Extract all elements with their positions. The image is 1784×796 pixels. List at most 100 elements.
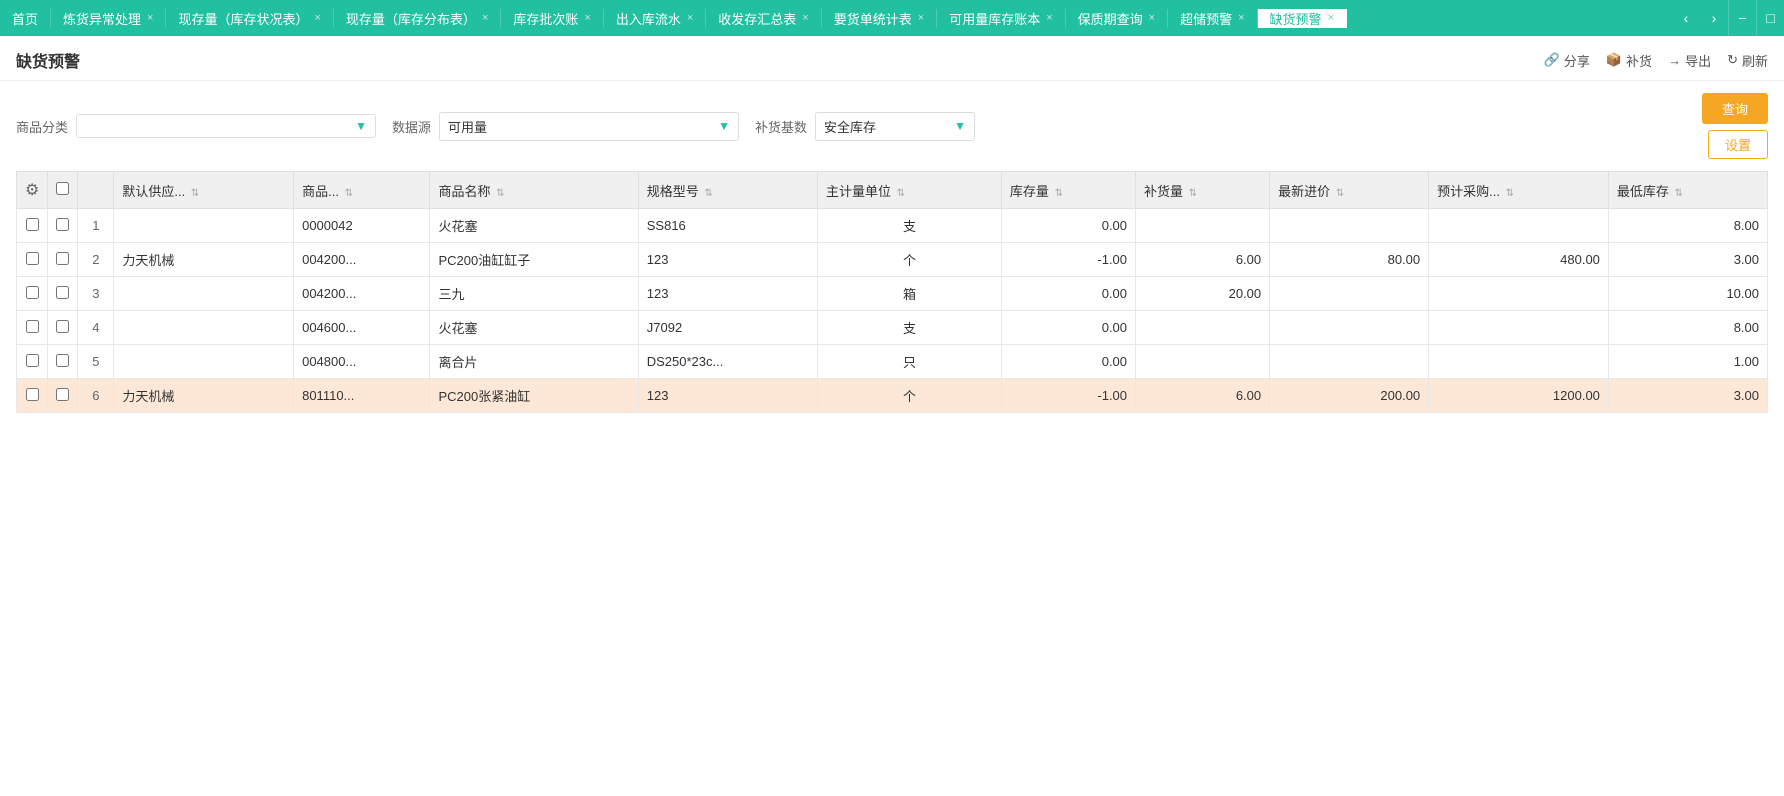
row-settings-6[interactable] <box>26 388 39 401</box>
tab-close-collect[interactable]: × <box>802 12 808 24</box>
select-all-checkbox[interactable] <box>56 182 69 195</box>
td-supplier: 力天机械 <box>114 379 294 413</box>
row-settings-4[interactable] <box>26 320 39 333</box>
row-checkbox-1[interactable] <box>56 218 69 231</box>
tab-close-overstock[interactable]: × <box>1238 12 1244 24</box>
tab-batch[interactable]: 库存批次账× <box>501 9 603 28</box>
tab-close-available[interactable]: × <box>1046 12 1052 24</box>
th-goods-name[interactable]: 商品名称 ⇅ <box>430 172 638 209</box>
td-spec: 123 <box>638 379 817 413</box>
tab-inout[interactable]: 出入库流水× <box>604 9 706 28</box>
settings-button[interactable]: 设置 <box>1708 130 1768 159</box>
row-settings-5[interactable] <box>26 354 39 367</box>
replenish-base-select[interactable]: 安全库存 ▼ <box>815 112 975 141</box>
tab-available[interactable]: 可用量库存账本× <box>937 9 1065 28</box>
th-est-purchase[interactable]: 预计采购... ⇅ <box>1429 172 1609 209</box>
nav-minimize-button[interactable]: − <box>1728 0 1756 36</box>
td-settings[interactable] <box>17 277 48 311</box>
tab-demand[interactable]: 要货单统计表 × <box>822 9 937 28</box>
td-latest-price <box>1270 345 1429 379</box>
th-checkbox[interactable] <box>48 172 78 209</box>
row-checkbox-3[interactable] <box>56 286 69 299</box>
datasource-select[interactable]: 可用量 ▼ <box>439 112 739 141</box>
td-est-purchase <box>1429 345 1609 379</box>
td-unit: 支 <box>818 209 1002 243</box>
nav-maximize-button[interactable]: □ <box>1756 0 1784 36</box>
td-spec: DS250*23c... <box>638 345 817 379</box>
td-checkbox[interactable] <box>48 243 78 277</box>
replenish-label: 补货 <box>1626 51 1652 70</box>
share-button[interactable]: 🔗 分享 <box>1544 51 1590 70</box>
td-checkbox[interactable] <box>48 311 78 345</box>
row-checkbox-2[interactable] <box>56 252 69 265</box>
tab-close-inventory-dist[interactable]: × <box>482 12 488 24</box>
tab-expiry[interactable]: 保质期查询 × <box>1066 9 1168 28</box>
tab-close-inventory-status[interactable]: × <box>314 12 320 24</box>
category-select[interactable]: ▼ <box>76 114 376 138</box>
td-latest-price: 200.00 <box>1270 379 1429 413</box>
table-body: 10000042火花塞SS816支0.008.002力天机械004200...P… <box>17 209 1768 413</box>
table-row: 2力天机械004200...PC200油缸缸子123个-1.006.0080.0… <box>17 243 1768 277</box>
tab-close-expiry[interactable]: × <box>1149 12 1155 24</box>
row-settings-1[interactable] <box>26 218 39 231</box>
tab-close-batch[interactable]: × <box>584 12 590 24</box>
tab-home[interactable]: 首页 <box>0 9 51 28</box>
th-spec-sort-icon: ⇅ <box>704 188 712 199</box>
th-settings[interactable]: ⚙ <box>17 172 48 209</box>
tab-close-demand[interactable]: × <box>918 12 924 24</box>
row-checkbox-6[interactable] <box>56 388 69 401</box>
tab-collect[interactable]: 收发存汇总表× <box>706 9 821 28</box>
td-unit: 个 <box>818 379 1002 413</box>
tab-label-demand: 要货单统计表 <box>834 9 912 28</box>
tab-close-shortage[interactable]: × <box>1328 12 1334 24</box>
export-button[interactable]: → 导出 <box>1668 51 1711 70</box>
th-unit[interactable]: 主计量单位 ⇅ <box>818 172 1002 209</box>
tab-close-abnormal[interactable]: × <box>147 12 153 24</box>
td-min-stock: 3.00 <box>1608 243 1767 277</box>
td-goods-code: 0000042 <box>294 209 430 243</box>
share-icon: 🔗 <box>1544 52 1560 68</box>
page-title: 缺货预警 <box>16 48 80 72</box>
row-checkbox-4[interactable] <box>56 320 69 333</box>
th-latest-price[interactable]: 最新进价 ⇅ <box>1270 172 1429 209</box>
td-checkbox[interactable] <box>48 209 78 243</box>
td-rownum: 3 <box>78 277 114 311</box>
th-stock[interactable]: 库存量 ⇅ <box>1001 172 1135 209</box>
nav-next-arrow[interactable]: › <box>1700 0 1728 36</box>
th-spec[interactable]: 规格型号 ⇅ <box>638 172 817 209</box>
td-settings[interactable] <box>17 209 48 243</box>
settings-gear-icon[interactable]: ⚙ <box>25 180 39 200</box>
td-settings[interactable] <box>17 311 48 345</box>
td-goods-name: PC200张紧油缸 <box>430 379 638 413</box>
td-settings[interactable] <box>17 379 48 413</box>
td-checkbox[interactable] <box>48 277 78 311</box>
td-checkbox[interactable] <box>48 379 78 413</box>
td-settings[interactable] <box>17 243 48 277</box>
td-checkbox[interactable] <box>48 345 78 379</box>
refresh-icon: ↻ <box>1727 52 1738 68</box>
replenish-button[interactable]: 📦 补货 <box>1606 51 1652 70</box>
tab-inventory-dist[interactable]: 现存量（库存分布表）× <box>334 9 501 28</box>
tab-abnormal[interactable]: 炼货异常处理× <box>51 9 166 28</box>
tab-close-inout[interactable]: × <box>687 12 693 24</box>
tab-shortage[interactable]: 缺货预警× <box>1258 9 1347 28</box>
th-min-stock[interactable]: 最低库存 ⇅ <box>1608 172 1767 209</box>
replenish-base-value: 安全库存 <box>824 117 876 136</box>
row-checkbox-5[interactable] <box>56 354 69 367</box>
refresh-button[interactable]: ↻ 刷新 <box>1727 51 1768 70</box>
nav-prev-arrow[interactable]: ‹ <box>1672 0 1700 36</box>
td-settings[interactable] <box>17 345 48 379</box>
td-rownum: 2 <box>78 243 114 277</box>
th-goods-code[interactable]: 商品... ⇅ <box>294 172 430 209</box>
td-rownum: 5 <box>78 345 114 379</box>
th-supplier[interactable]: 默认供应... ⇅ <box>114 172 294 209</box>
td-stock: 0.00 <box>1001 209 1135 243</box>
row-settings-3[interactable] <box>26 286 39 299</box>
tab-overstock[interactable]: 超储预警× <box>1168 9 1257 28</box>
row-settings-2[interactable] <box>26 252 39 265</box>
tab-label-expiry: 保质期查询 <box>1078 9 1143 28</box>
tab-inventory-status[interactable]: 现存量（库存状况表）× <box>166 9 333 28</box>
td-spec: SS816 <box>638 209 817 243</box>
query-button[interactable]: 查询 <box>1702 93 1768 124</box>
th-replenish-qty[interactable]: 补货量 ⇅ <box>1136 172 1270 209</box>
